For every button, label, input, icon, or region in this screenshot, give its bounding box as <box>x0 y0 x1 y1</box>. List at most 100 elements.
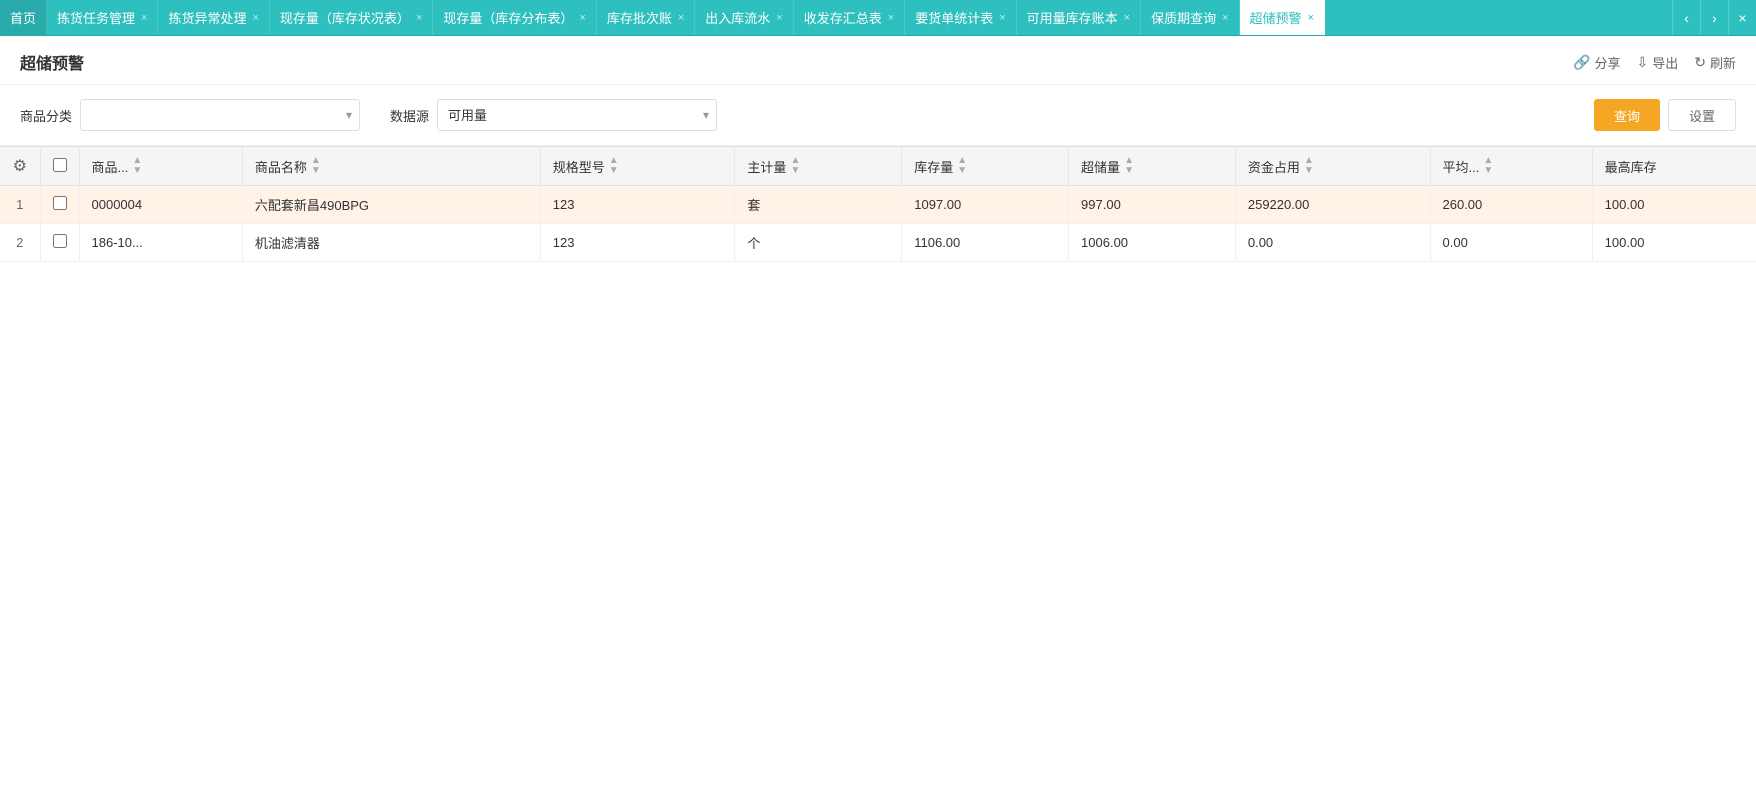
row-2-avg: 0.00 <box>1430 224 1592 262</box>
th-capital-usage[interactable]: 资金占用 ▲▼ <box>1235 147 1430 186</box>
category-select[interactable] <box>80 99 360 131</box>
row-checkbox-1 <box>40 186 79 224</box>
nav-item-collection-summary[interactable]: 收发存汇总表 × <box>794 0 905 35</box>
nav-item-exception-proc[interactable]: 拣货异常处理 × <box>158 0 269 35</box>
top-navigation: 首页 拣货任务管理 × 拣货异常处理 × 现存量（库存状况表） × 现存量（库存… <box>0 0 1756 36</box>
nav-item-inventory-batch[interactable]: 库存批次账 × <box>597 0 695 35</box>
row-1-unit: 套 <box>735 186 902 224</box>
row-index-1: 1 <box>0 186 40 224</box>
row-1-product-code: 0000004 <box>79 186 242 224</box>
nav-item-inventory-status-label: 现存量（库存状况表） <box>280 8 410 27</box>
row-1-stock: 1097.00 <box>902 186 1069 224</box>
close-icon[interactable]: × <box>141 12 147 24</box>
category-filter-group: 商品分类 <box>20 99 360 131</box>
page-title: 超储预警 <box>20 50 84 74</box>
row-1-checkbox[interactable] <box>53 196 67 210</box>
th-max-stock: 最高库存 <box>1592 147 1756 186</box>
page-content: 超储预警 🔗 分享 ⇩ 导出 ↻ 刷新 商品分类 <box>0 36 1756 800</box>
close-icon[interactable]: × <box>1124 12 1130 24</box>
nav-item-inventory-status[interactable]: 现存量（库存状况表） × <box>270 0 433 35</box>
row-2-unit: 个 <box>735 224 902 262</box>
select-all-checkbox[interactable] <box>53 158 67 172</box>
export-button[interactable]: ⇩ 导出 <box>1637 53 1679 72</box>
table-header-row: ⚙ 商品... ▲▼ 商品名称 ▲▼ <box>0 147 1756 186</box>
export-icon: ⇩ <box>1637 54 1649 71</box>
settings-icon[interactable]: ⚙ <box>13 158 27 175</box>
share-button[interactable]: 🔗 分享 <box>1573 53 1620 72</box>
nav-item-task-mgmt[interactable]: 拣货任务管理 × <box>47 0 158 35</box>
nav-arrow-left[interactable]: ‹ <box>1672 0 1700 36</box>
nav-item-overstock-warning-label: 超储预警 <box>1250 8 1302 27</box>
category-select-wrapper <box>80 99 360 131</box>
th-overstock[interactable]: 超储量 ▲▼ <box>1069 147 1236 186</box>
nav-item-collection-summary-label: 收发存汇总表 <box>804 8 882 27</box>
nav-item-exception-proc-label: 拣货异常处理 <box>168 8 246 27</box>
th-product-code[interactable]: 商品... ▲▼ <box>79 147 242 186</box>
close-icon[interactable]: × <box>888 12 894 24</box>
close-icon[interactable]: × <box>776 12 782 24</box>
row-1-product-name: 六配套新昌490BPG <box>242 186 540 224</box>
row-2-spec: 123 <box>540 224 735 262</box>
close-icon[interactable]: × <box>252 12 258 24</box>
th-avg[interactable]: 平均... ▲▼ <box>1430 147 1592 186</box>
sort-icon-unit: ▲▼ <box>790 156 800 176</box>
table-container: ⚙ 商品... ▲▼ 商品名称 ▲▼ <box>0 146 1756 262</box>
row-2-stock: 1106.00 <box>902 224 1069 262</box>
row-checkbox-2 <box>40 224 79 262</box>
th-checkbox <box>40 147 79 186</box>
refresh-icon: ↻ <box>1694 54 1706 71</box>
settings-button[interactable]: 设置 <box>1668 99 1736 131</box>
th-product-name[interactable]: 商品名称 ▲▼ <box>242 147 540 186</box>
row-1-overstock: 997.00 <box>1069 186 1236 224</box>
nav-arrows: ‹ › × <box>1672 0 1756 36</box>
header-actions: 🔗 分享 ⇩ 导出 ↻ 刷新 <box>1573 53 1736 72</box>
close-icon[interactable]: × <box>678 12 684 24</box>
table-row: 1 0000004 六配套新昌490BPG 123 套 1097.00 997.… <box>0 186 1756 224</box>
th-unit[interactable]: 主计量 ▲▼ <box>735 147 902 186</box>
nav-item-inventory-batch-label: 库存批次账 <box>607 8 672 27</box>
nav-item-order-stats[interactable]: 要货单统计表 × <box>905 0 1016 35</box>
table-row: 2 186-10... 机油滤清器 123 个 1106.00 1006.00 … <box>0 224 1756 262</box>
nav-item-inventory-dist-label: 现存量（库存分布表） <box>443 8 573 27</box>
close-icon[interactable]: × <box>999 12 1005 24</box>
nav-item-home[interactable]: 首页 <box>0 0 47 35</box>
datasource-label: 数据源 <box>390 106 429 125</box>
datasource-select[interactable]: 可用量 <box>437 99 717 131</box>
category-label: 商品分类 <box>20 106 72 125</box>
th-spec[interactable]: 规格型号 ▲▼ <box>540 147 735 186</box>
close-icon[interactable]: × <box>579 12 585 24</box>
query-button[interactable]: 查询 <box>1594 99 1660 131</box>
nav-item-inout-flow-label: 出入库流水 <box>705 8 770 27</box>
sort-icon-stock: ▲▼ <box>957 156 967 176</box>
table-body: 1 0000004 六配套新昌490BPG 123 套 1097.00 997.… <box>0 186 1756 262</box>
nav-item-inout-flow[interactable]: 出入库流水 × <box>695 0 793 35</box>
row-2-checkbox[interactable] <box>53 234 67 248</box>
nav-item-task-mgmt-label: 拣货任务管理 <box>57 8 135 27</box>
row-1-capital-usage: 259220.00 <box>1235 186 1430 224</box>
nav-item-overstock-warning[interactable]: 超储预警 × <box>1240 0 1325 35</box>
nav-item-quality-check[interactable]: 保质期查询 × <box>1141 0 1239 35</box>
sort-icon-product-code: ▲▼ <box>132 156 142 176</box>
close-icon[interactable]: × <box>1308 12 1314 24</box>
row-2-product-code: 186-10... <box>79 224 242 262</box>
close-icon[interactable]: × <box>1222 12 1228 24</box>
row-1-spec: 123 <box>540 186 735 224</box>
close-icon[interactable]: × <box>416 12 422 24</box>
nav-arrow-close[interactable]: × <box>1728 0 1756 36</box>
row-2-overstock: 1006.00 <box>1069 224 1236 262</box>
filter-area: 商品分类 数据源 可用量 查询 设置 <box>0 85 1756 146</box>
th-stock[interactable]: 库存量 ▲▼ <box>902 147 1069 186</box>
refresh-button[interactable]: ↻ 刷新 <box>1694 53 1736 72</box>
share-icon: 🔗 <box>1573 54 1590 71</box>
page-header: 超储预警 🔗 分享 ⇩ 导出 ↻ 刷新 <box>0 36 1756 85</box>
th-settings: ⚙ <box>0 147 40 186</box>
data-table: ⚙ 商品... ▲▼ 商品名称 ▲▼ <box>0 146 1756 262</box>
row-index-2: 2 <box>0 224 40 262</box>
sort-icon-capital-usage: ▲▼ <box>1304 156 1314 176</box>
nav-item-inventory-dist[interactable]: 现存量（库存分布表） × <box>433 0 596 35</box>
nav-item-quality-check-label: 保质期查询 <box>1151 8 1216 27</box>
sort-icon-avg: ▲▼ <box>1483 156 1493 176</box>
nav-item-available-account[interactable]: 可用量库存账本 × <box>1017 0 1141 35</box>
nav-arrow-right[interactable]: › <box>1700 0 1728 36</box>
sort-icon-spec: ▲▼ <box>609 156 619 176</box>
